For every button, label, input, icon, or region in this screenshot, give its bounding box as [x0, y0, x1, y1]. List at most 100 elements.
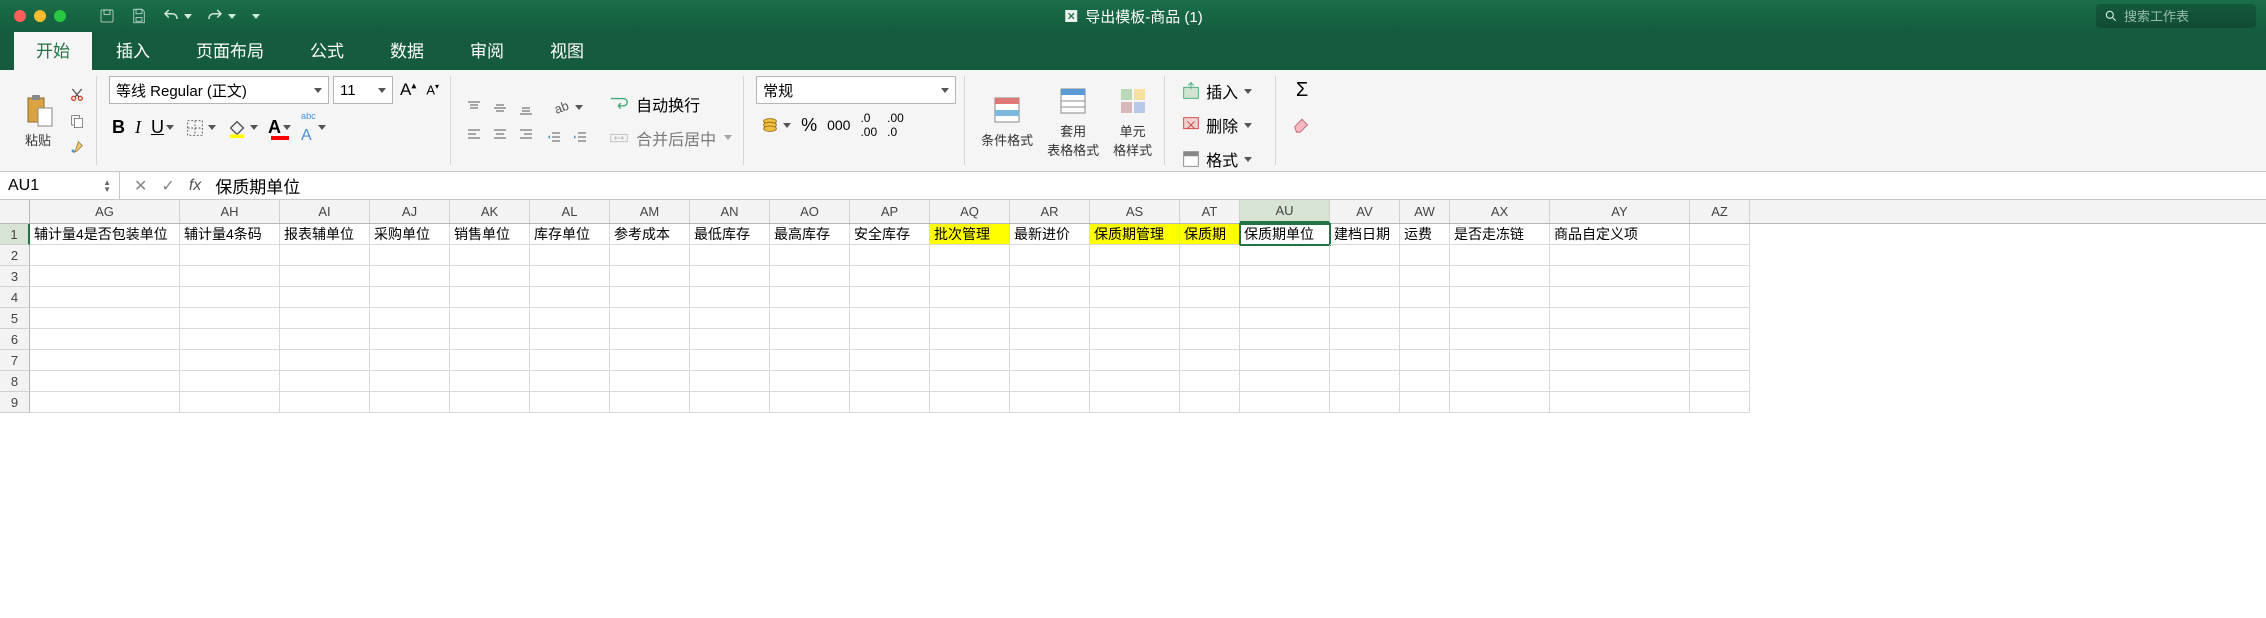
cell-AY5[interactable] [1550, 308, 1690, 329]
cell-AK9[interactable] [450, 392, 530, 413]
cell-AN4[interactable] [690, 287, 770, 308]
cell-AR9[interactable] [1010, 392, 1090, 413]
cell-AT2[interactable] [1180, 245, 1240, 266]
cell-AO2[interactable] [770, 245, 850, 266]
cell-AP2[interactable] [850, 245, 930, 266]
increase-decimal-button[interactable]: .0.00 [857, 108, 880, 142]
conditional-format-button[interactable]: 条件格式 [977, 90, 1037, 151]
cell-AU5[interactable] [1240, 308, 1330, 329]
cell-AX2[interactable] [1450, 245, 1550, 266]
cell-AY1[interactable]: 商品自定义项 [1550, 224, 1690, 245]
cut-button[interactable] [66, 84, 88, 106]
wrap-text-button[interactable]: 自动换行 [605, 89, 735, 119]
cell-AX9[interactable] [1450, 392, 1550, 413]
cell-AL3[interactable] [530, 266, 610, 287]
cell-AH5[interactable] [180, 308, 280, 329]
cell-AZ4[interactable] [1690, 287, 1750, 308]
cell-AL9[interactable] [530, 392, 610, 413]
cell-AM6[interactable] [610, 329, 690, 350]
column-header-AQ[interactable]: AQ [930, 200, 1010, 223]
cell-AG6[interactable] [30, 329, 180, 350]
cell-AW9[interactable] [1400, 392, 1450, 413]
cell-AO7[interactable] [770, 350, 850, 371]
cell-AL1[interactable]: 库存单位 [530, 224, 610, 245]
row-header-5[interactable]: 5 [0, 308, 30, 329]
cell-AG4[interactable] [30, 287, 180, 308]
cell-AT3[interactable] [1180, 266, 1240, 287]
cell-AY3[interactable] [1550, 266, 1690, 287]
cell-AV3[interactable] [1330, 266, 1400, 287]
cell-AN8[interactable] [690, 371, 770, 392]
cell-AZ2[interactable] [1690, 245, 1750, 266]
cell-AQ7[interactable] [930, 350, 1010, 371]
tab-插入[interactable]: 插入 [94, 29, 172, 70]
cell-AQ4[interactable] [930, 287, 1010, 308]
cell-AH2[interactable] [180, 245, 280, 266]
cell-styles-button[interactable]: 单元 格样式 [1109, 81, 1156, 161]
cell-AU8[interactable] [1240, 371, 1330, 392]
column-header-AG[interactable]: AG [30, 200, 180, 223]
cell-AH9[interactable] [180, 392, 280, 413]
cell-AL8[interactable] [530, 371, 610, 392]
cell-AJ2[interactable] [370, 245, 450, 266]
cell-AR8[interactable] [1010, 371, 1090, 392]
cell-AM7[interactable] [610, 350, 690, 371]
tab-页面布局[interactable]: 页面布局 [174, 29, 286, 70]
maximize-window-button[interactable] [54, 10, 66, 22]
cell-AV2[interactable] [1330, 245, 1400, 266]
font-color-button[interactable]: A [265, 114, 294, 141]
column-header-AL[interactable]: AL [530, 200, 610, 223]
cell-AG7[interactable] [30, 350, 180, 371]
minimize-window-button[interactable] [34, 10, 46, 22]
cell-AI5[interactable] [280, 308, 370, 329]
cell-AS2[interactable] [1090, 245, 1180, 266]
cell-AX8[interactable] [1450, 371, 1550, 392]
column-header-AP[interactable]: AP [850, 200, 930, 223]
cell-AO8[interactable] [770, 371, 850, 392]
cell-AX6[interactable] [1450, 329, 1550, 350]
align-middle-button[interactable] [489, 97, 511, 119]
cell-AG2[interactable] [30, 245, 180, 266]
cell-AS7[interactable] [1090, 350, 1180, 371]
cell-AK5[interactable] [450, 308, 530, 329]
cell-AW7[interactable] [1400, 350, 1450, 371]
cell-AM3[interactable] [610, 266, 690, 287]
undo-button[interactable] [162, 7, 192, 25]
cell-AJ8[interactable] [370, 371, 450, 392]
cell-AV4[interactable] [1330, 287, 1400, 308]
cell-AZ9[interactable] [1690, 392, 1750, 413]
cell-AK4[interactable] [450, 287, 530, 308]
column-header-AW[interactable]: AW [1400, 200, 1450, 223]
cell-AZ1[interactable] [1690, 224, 1750, 245]
cell-AI4[interactable] [280, 287, 370, 308]
clear-button[interactable] [1288, 109, 1316, 137]
cell-AN3[interactable] [690, 266, 770, 287]
cell-AN5[interactable] [690, 308, 770, 329]
cell-AJ7[interactable] [370, 350, 450, 371]
cell-AI2[interactable] [280, 245, 370, 266]
cell-AI8[interactable] [280, 371, 370, 392]
column-header-AM[interactable]: AM [610, 200, 690, 223]
row-header-6[interactable]: 6 [0, 329, 30, 350]
cell-AG1[interactable]: 辅计量4是否包装单位 [30, 224, 180, 245]
increase-indent-button[interactable] [569, 126, 591, 148]
cell-AT1[interactable]: 保质期 [1180, 224, 1240, 245]
cell-AJ9[interactable] [370, 392, 450, 413]
cell-AW3[interactable] [1400, 266, 1450, 287]
align-bottom-button[interactable] [515, 97, 537, 119]
cell-AQ6[interactable] [930, 329, 1010, 350]
cell-AQ5[interactable] [930, 308, 1010, 329]
cell-AJ3[interactable] [370, 266, 450, 287]
cell-AQ2[interactable] [930, 245, 1010, 266]
cell-AQ1[interactable]: 批次管理 [930, 224, 1010, 245]
align-left-button[interactable] [463, 123, 485, 145]
cell-AU6[interactable] [1240, 329, 1330, 350]
cell-AT7[interactable] [1180, 350, 1240, 371]
cell-AW4[interactable] [1400, 287, 1450, 308]
enter-formula-button[interactable]: ✓ [161, 176, 174, 196]
column-header-AJ[interactable]: AJ [370, 200, 450, 223]
cell-AW8[interactable] [1400, 371, 1450, 392]
tab-视图[interactable]: 视图 [528, 29, 606, 70]
copy-button[interactable] [66, 110, 88, 132]
cell-AG5[interactable] [30, 308, 180, 329]
